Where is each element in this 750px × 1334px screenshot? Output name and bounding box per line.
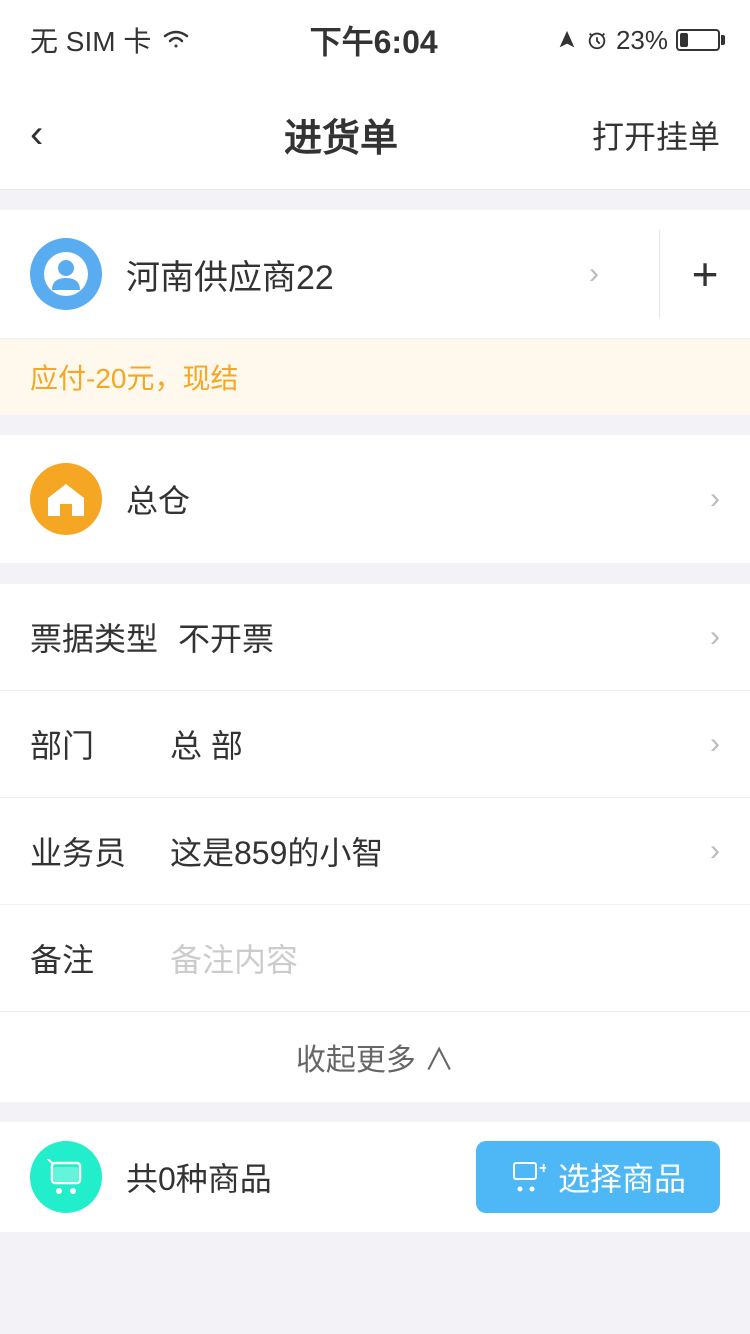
person-icon bbox=[48, 256, 84, 292]
salesperson-chevron-icon: › bbox=[710, 834, 720, 868]
ticket-type-value: 不开票 bbox=[178, 614, 710, 660]
salesperson-row[interactable]: 业务员 这是859的小智 › bbox=[0, 798, 750, 905]
supplier-main[interactable]: 河南供应商22 › bbox=[0, 210, 659, 338]
back-button[interactable]: ‹ bbox=[30, 112, 90, 157]
supplier-avatar bbox=[30, 238, 102, 310]
salesperson-label: 业务员 bbox=[30, 828, 150, 874]
content-area: 河南供应商22 › + 应付-20元，现结 总仓 › 票据类型 不开票 bbox=[0, 190, 750, 1232]
form-card: 票据类型 不开票 › 部门 总 部 › 业务员 这是859的小智 › 备注 备注… bbox=[0, 584, 750, 1102]
supplier-section: 河南供应商22 › + bbox=[0, 210, 750, 339]
remark-row[interactable]: 备注 备注内容 bbox=[0, 905, 750, 1012]
add-supplier-button[interactable]: + bbox=[660, 210, 750, 338]
bottom-bar: 共0种商品 + 选择商品 bbox=[0, 1122, 750, 1232]
status-right: 23% bbox=[556, 25, 720, 56]
gap-3 bbox=[0, 564, 750, 584]
department-value: 总 部 bbox=[170, 721, 710, 767]
gap-2 bbox=[0, 415, 750, 435]
plus-icon: + bbox=[692, 251, 719, 297]
supplier-name: 河南供应商22 bbox=[126, 250, 589, 299]
select-btn-icon: + bbox=[510, 1161, 546, 1193]
avatar-inner bbox=[44, 252, 88, 296]
battery-icon bbox=[676, 29, 720, 51]
alarm-icon bbox=[586, 29, 608, 51]
department-row[interactable]: 部门 总 部 › bbox=[0, 691, 750, 798]
collapse-label: 收起更多 ∧ bbox=[296, 1035, 454, 1079]
carrier-text: 无 SIM 卡 bbox=[30, 20, 151, 60]
open-pending-button[interactable]: 打开挂单 bbox=[592, 112, 720, 158]
nav-bar: ‹ 进货单 打开挂单 bbox=[0, 80, 750, 190]
product-count: 共0种商品 bbox=[126, 1154, 476, 1200]
wifi-icon bbox=[161, 28, 191, 52]
ticket-type-label: 票据类型 bbox=[30, 614, 158, 660]
warehouse-row[interactable]: 总仓 › bbox=[0, 435, 750, 564]
svg-text:+: + bbox=[539, 1161, 546, 1177]
salesperson-value: 这是859的小智 bbox=[170, 828, 710, 874]
select-product-button[interactable]: + 选择商品 bbox=[476, 1141, 720, 1213]
warehouse-icon bbox=[46, 480, 86, 518]
collapse-button[interactable]: 收起更多 ∧ bbox=[0, 1012, 750, 1102]
remark-placeholder: 备注内容 bbox=[170, 935, 720, 981]
notice-text: 应付-20元，现结 bbox=[30, 363, 238, 394]
gap-1 bbox=[0, 190, 750, 210]
warehouse-icon-wrap bbox=[30, 463, 102, 535]
battery-text: 23% bbox=[616, 25, 668, 56]
cart-icon bbox=[46, 1159, 86, 1195]
select-btn-label: 选择商品 bbox=[558, 1154, 686, 1200]
department-chevron-icon: › bbox=[710, 727, 720, 761]
status-time: 下午6:04 bbox=[310, 17, 438, 63]
battery-fill bbox=[680, 33, 688, 47]
status-bar: 无 SIM 卡 下午6:04 23% bbox=[0, 0, 750, 80]
ticket-type-row[interactable]: 票据类型 不开票 › bbox=[0, 584, 750, 691]
ticket-type-chevron-icon: › bbox=[710, 620, 720, 654]
notice-bar: 应付-20元，现结 bbox=[0, 339, 750, 415]
department-label: 部门 bbox=[30, 721, 150, 767]
supplier-chevron-icon: › bbox=[589, 257, 599, 291]
status-carrier: 无 SIM 卡 bbox=[30, 20, 191, 60]
page-title: 进货单 bbox=[284, 107, 398, 162]
cart-icon-wrap bbox=[30, 1141, 102, 1213]
remark-label: 备注 bbox=[30, 935, 150, 981]
warehouse-name: 总仓 bbox=[126, 476, 710, 522]
warehouse-chevron-icon: › bbox=[710, 482, 720, 516]
location-icon bbox=[556, 29, 578, 51]
